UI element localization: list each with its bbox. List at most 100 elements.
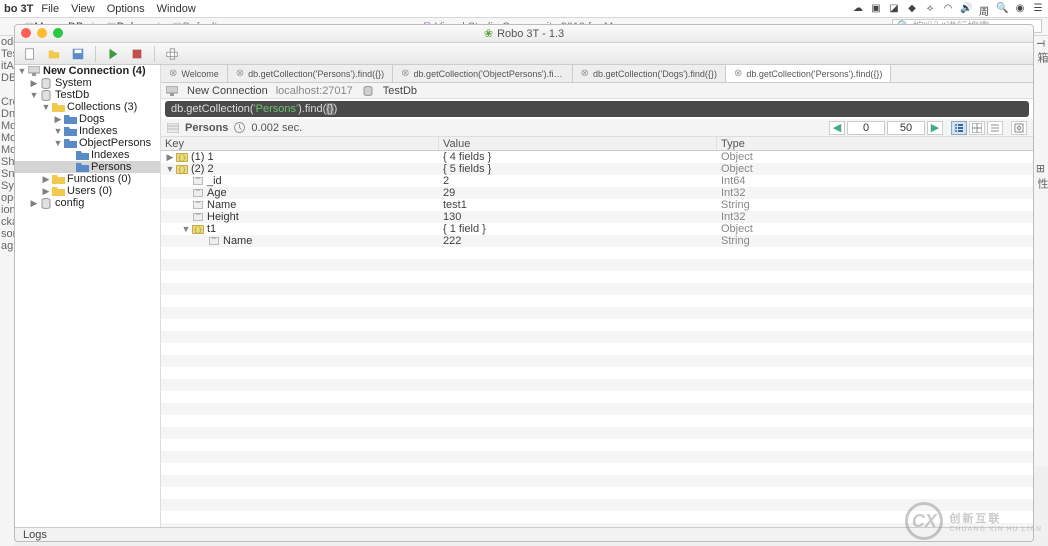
- tree-item[interactable]: Indexes: [15, 149, 160, 161]
- tree-item[interactable]: ▶Functions (0): [15, 173, 160, 185]
- new-file-button[interactable]: [21, 45, 39, 63]
- user-icon[interactable]: ◉: [1014, 3, 1026, 15]
- expand-window-button[interactable]: [1011, 121, 1027, 135]
- tree-view-button[interactable]: [951, 121, 967, 135]
- run-button[interactable]: [104, 45, 122, 63]
- editor-tab[interactable]: ⊗db.getCollection('Persons').find({}): [228, 65, 393, 82]
- disclosure-icon[interactable]: ▶: [41, 186, 51, 197]
- clock[interactable]: 周三 下午9:40: [978, 3, 990, 15]
- volume-icon[interactable]: 🔊: [960, 3, 972, 15]
- close-icon[interactable]: ⊗: [734, 68, 742, 79]
- toolbar: [15, 43, 1033, 65]
- tree-item[interactable]: ▶System: [15, 77, 160, 89]
- editor-tab[interactable]: ⊗db.getCollection('Persons').find({}): [726, 65, 891, 82]
- result-row[interactable]: ▼{}t1{ 1 field }Object: [161, 223, 1033, 235]
- disclosure-icon[interactable]: ▼: [181, 224, 191, 234]
- page-size-input[interactable]: 50: [887, 121, 925, 135]
- tree-label: config: [55, 197, 84, 209]
- table-view-button[interactable]: [969, 121, 985, 135]
- menubar-status-area: ☁ ▣ ◪ ◆ ⟡ ◠ 🔊 周三 下午9:40 🔍 ◉ ☰: [852, 0, 1044, 18]
- disclosure-icon[interactable]: ▶: [29, 198, 39, 209]
- tree-item[interactable]: ▼ New Connection (4): [15, 65, 160, 77]
- tree-item[interactable]: Persons: [15, 161, 160, 173]
- disclosure-icon[interactable]: ▶: [53, 114, 63, 125]
- tree-item[interactable]: ▼ObjectPersons: [15, 137, 160, 149]
- stop-button[interactable]: [128, 45, 146, 63]
- zoom-icon[interactable]: [53, 28, 63, 38]
- context-conn: New Connection: [187, 85, 268, 97]
- minimize-icon[interactable]: [37, 28, 47, 38]
- orientation-button[interactable]: [163, 45, 181, 63]
- editor-tab[interactable]: ⊗db.getCollection('ObjectPersons').find(…: [393, 65, 572, 82]
- save-button[interactable]: [69, 45, 87, 63]
- tree-item[interactable]: ▼TestDb: [15, 89, 160, 101]
- result-grid[interactable]: ▶{}(1) 1{ 4 fields }Object▼{}(2) 2{ 5 fi…: [161, 151, 1033, 527]
- bluetooth-icon[interactable]: ⟡: [924, 3, 936, 15]
- result-row[interactable]: ▼{}(2) 2{ 5 fields }Object: [161, 163, 1033, 175]
- row-value: 222: [439, 235, 717, 247]
- col-value[interactable]: Value: [439, 137, 717, 150]
- result-row[interactable]: ""_id2Int64: [161, 175, 1033, 187]
- disclosure-icon[interactable]: ▶: [41, 174, 51, 185]
- folder-icon: [51, 102, 65, 112]
- close-icon[interactable]: ⊗: [401, 68, 409, 79]
- tree-item[interactable]: ▶Dogs: [15, 113, 160, 125]
- row-type: String: [717, 199, 1033, 211]
- row-key: (1) 1: [191, 151, 214, 163]
- connection-tree[interactable]: ▼ New Connection (4)▶System▼TestDb▼Collec…: [15, 65, 161, 527]
- logs-bar[interactable]: Logs: [15, 527, 1033, 541]
- result-row[interactable]: ""Age29Int32: [161, 187, 1033, 199]
- tree-item[interactable]: ▼Collections (3): [15, 101, 160, 113]
- result-row[interactable]: ▶{}(1) 1{ 4 fields }Object: [161, 151, 1033, 163]
- result-row[interactable]: ""Height130Int32: [161, 211, 1033, 223]
- tree-item[interactable]: ▶Users (0): [15, 185, 160, 197]
- query-editor[interactable]: db.getCollection('Persons').find({}): [165, 101, 1029, 117]
- tree-item[interactable]: ▶ config: [15, 197, 160, 209]
- page-from-input[interactable]: 0: [847, 121, 885, 135]
- folder-icon: [63, 138, 77, 148]
- row-key: Name: [207, 199, 236, 211]
- close-icon[interactable]: [21, 28, 31, 38]
- notification-icon[interactable]: ☰: [1032, 3, 1044, 15]
- disclosure-icon[interactable]: ▶: [165, 152, 175, 163]
- row-type: Int32: [717, 211, 1033, 223]
- menu-options[interactable]: Options: [107, 3, 145, 15]
- wechat-icon[interactable]: ☁: [852, 3, 864, 15]
- menu-window[interactable]: Window: [157, 3, 196, 15]
- braces-icon: {}: [176, 153, 188, 162]
- open-button[interactable]: [45, 45, 63, 63]
- tree-item[interactable]: ▼Indexes: [15, 125, 160, 137]
- page-prev-button[interactable]: ◀: [829, 121, 845, 135]
- close-icon[interactable]: ⊗: [581, 68, 589, 79]
- row-value: test1: [439, 199, 717, 211]
- disclosure-icon[interactable]: ▶: [29, 78, 39, 89]
- disclosure-icon[interactable]: ▼: [41, 102, 51, 112]
- window-titlebar[interactable]: ❀ Robo 3T - 1.3: [15, 25, 1033, 43]
- disclosure-icon[interactable]: ▼: [53, 138, 63, 148]
- editor-tab[interactable]: ⊗Welcome: [161, 65, 228, 82]
- result-row[interactable]: ""Nametest1String: [161, 199, 1033, 211]
- chat-icon[interactable]: ▣: [870, 3, 882, 15]
- note-icon[interactable]: ◪: [888, 3, 900, 15]
- menu-file[interactable]: File: [41, 3, 59, 15]
- disclosure-icon[interactable]: ▼: [29, 90, 39, 100]
- result-row[interactable]: ""Name222String: [161, 235, 1033, 247]
- col-key[interactable]: Key: [161, 137, 439, 150]
- watermark: CX 创新互联 CHUANG XIN HU LIAN: [905, 502, 1042, 540]
- disclosure-icon[interactable]: ▼: [17, 66, 27, 76]
- close-icon[interactable]: ⊗: [236, 68, 244, 79]
- spotlight-icon[interactable]: 🔍: [996, 3, 1008, 15]
- text-view-button[interactable]: [987, 121, 1003, 135]
- disclosure-icon[interactable]: ▼: [165, 164, 175, 174]
- app-icon[interactable]: ◆: [906, 3, 918, 15]
- page-next-button[interactable]: ▶: [927, 121, 943, 135]
- leaf-icon: ❀: [484, 27, 493, 40]
- tree-label: New Connection (4): [43, 65, 146, 77]
- editor-tab[interactable]: ⊗db.getCollection('Dogs').find({}): [573, 65, 726, 82]
- close-icon[interactable]: ⊗: [169, 68, 177, 79]
- wifi-icon[interactable]: ◠: [942, 3, 954, 15]
- col-type[interactable]: Type: [717, 137, 1033, 150]
- disclosure-icon[interactable]: ▼: [53, 126, 63, 136]
- menu-view[interactable]: View: [71, 3, 95, 15]
- row-value: 2: [439, 175, 717, 187]
